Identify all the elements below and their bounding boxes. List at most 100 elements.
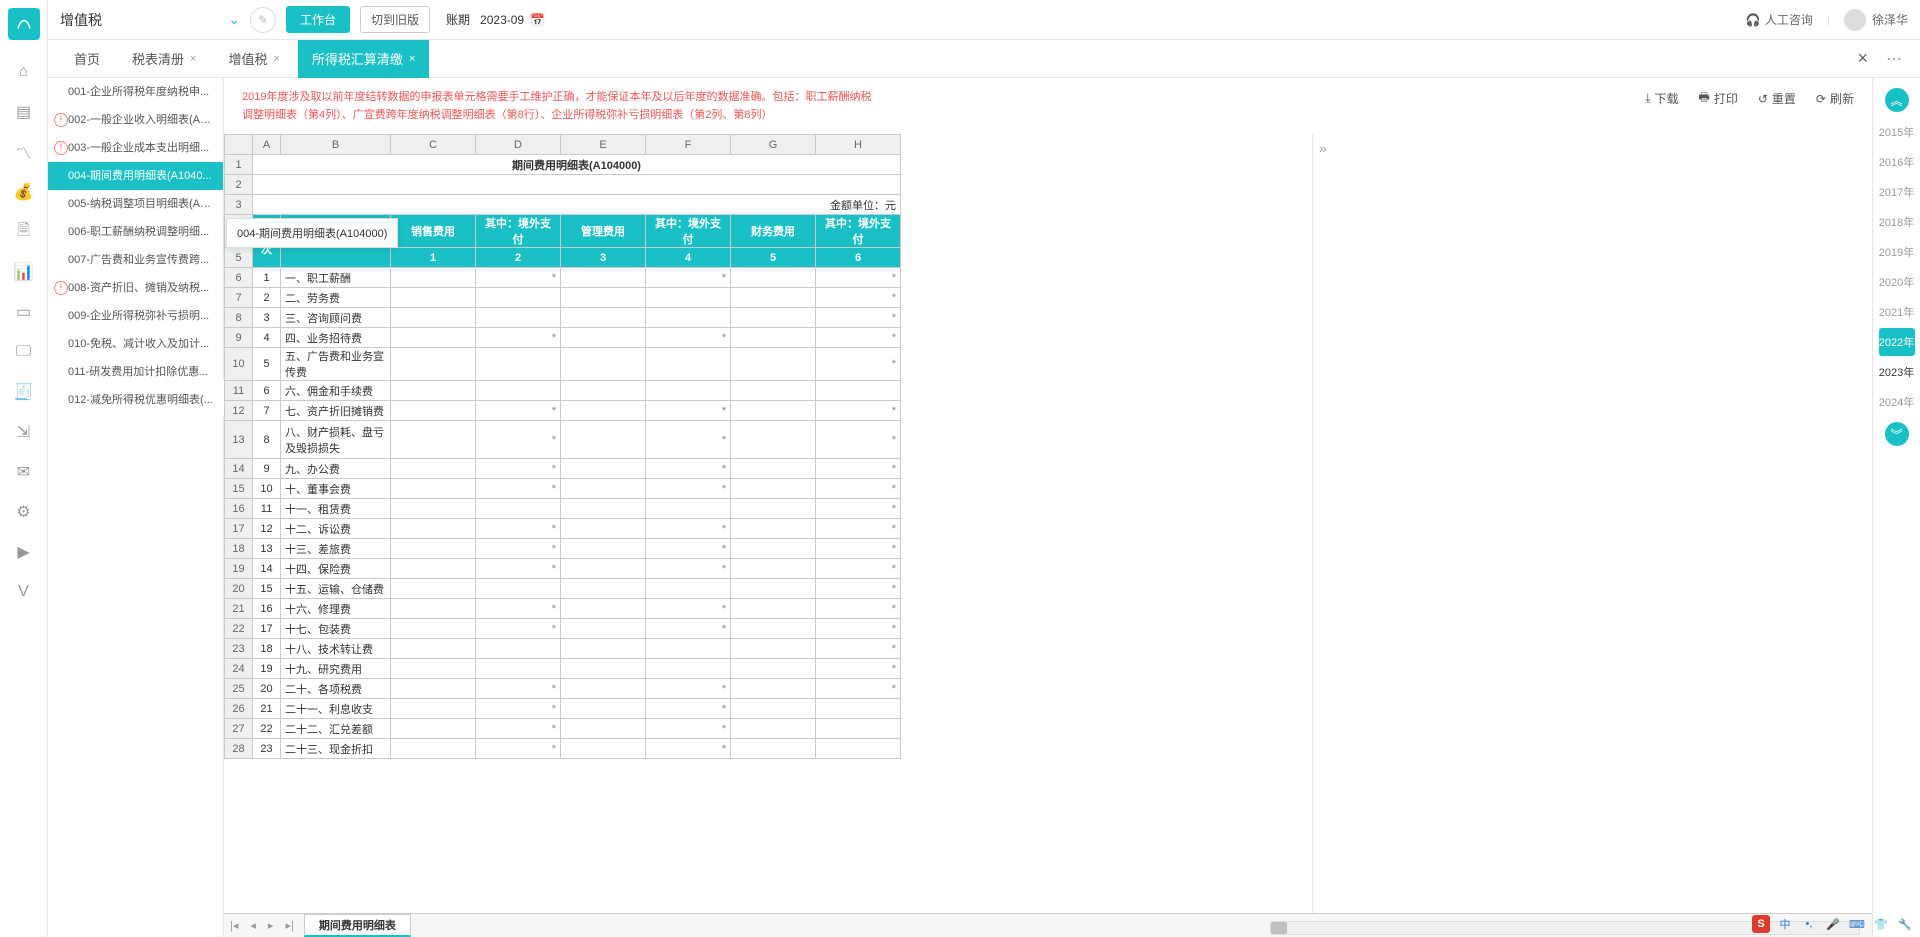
data-cell[interactable] [731,599,816,619]
form-list-item[interactable]: 003-一般企业成本支出明细... [48,134,223,162]
data-cell[interactable] [391,559,476,579]
data-cell[interactable] [476,499,561,519]
data-cell[interactable] [731,639,816,659]
grid-header[interactable]: 其中：境外支付 [476,215,561,248]
data-cell[interactable]: * [476,539,561,559]
data-cell[interactable] [731,348,816,381]
data-cell[interactable]: * [816,268,901,288]
user-menu[interactable]: 徐泽华 [1844,9,1908,31]
nav-inbox-icon[interactable]: ✉ [0,452,48,492]
data-cell[interactable] [391,459,476,479]
grid-subheader[interactable]: 1 [391,248,476,268]
ime-punct-icon[interactable]: •, [1800,915,1818,933]
data-cell[interactable]: * [816,579,901,599]
item-name-cell[interactable]: 一、职工薪酬 [281,268,391,288]
expand-arrow-icon[interactable]: » [1319,140,1327,156]
data-cell[interactable] [561,499,646,519]
year-scroll-down-icon[interactable]: ︾ [1885,422,1909,446]
item-name-cell[interactable]: 五、广告费和业务宣传费 [281,348,391,381]
nav-v-icon[interactable]: V [0,572,48,612]
subtab[interactable]: 增值税× [214,40,293,78]
data-cell[interactable] [476,579,561,599]
item-name-cell[interactable]: 二十、各项税费 [281,679,391,699]
data-cell[interactable]: * [646,739,731,759]
data-cell[interactable] [391,599,476,619]
grid-header[interactable]: 销售费用 [391,215,476,248]
data-cell[interactable] [391,619,476,639]
data-cell[interactable] [731,479,816,499]
data-cell[interactable]: * [816,599,901,619]
item-name-cell[interactable]: 二十一、利息收支 [281,699,391,719]
form-list-item[interactable]: 002-一般企业收入明细表(A1... [48,106,223,134]
close-all-tabs-icon[interactable]: × [1849,48,1876,69]
nav-ledger-icon[interactable]: ▤ [0,92,48,132]
data-cell[interactable] [646,381,731,401]
data-cell[interactable]: * [476,519,561,539]
data-cell[interactable] [391,679,476,699]
nav-chart-icon[interactable]: 〽 [0,132,48,172]
data-cell[interactable] [391,401,476,421]
sheet-title[interactable]: 期间费用明细表(A104000) [253,155,901,175]
grid-subheader[interactable]: 2 [476,248,561,268]
sheet-nav-next-icon[interactable]: ▸ [262,919,280,932]
refresh-button[interactable]: ⟳刷新 [1816,88,1854,109]
form-list-item[interactable]: 004-期间费用明细表(A1040... [48,162,223,190]
data-cell[interactable] [561,579,646,599]
data-cell[interactable] [646,659,731,679]
data-cell[interactable]: * [816,328,901,348]
data-cell[interactable]: * [816,421,901,459]
subtab[interactable]: 税表清册× [118,40,210,78]
year-button[interactable]: 2021年 [1879,298,1915,326]
data-cell[interactable] [391,739,476,759]
data-cell[interactable] [391,268,476,288]
item-name-cell[interactable]: 三、咨询顾问费 [281,308,391,328]
item-name-cell[interactable]: 十三、差旅费 [281,539,391,559]
year-button[interactable]: 2024年 [1879,388,1915,416]
data-cell[interactable]: * [476,479,561,499]
data-cell[interactable]: * [816,479,901,499]
data-cell[interactable] [391,479,476,499]
nav-export-icon[interactable]: ⇲ [0,412,48,452]
download-button[interactable]: ⤓下载 [1645,88,1678,109]
year-scroll-up-icon[interactable]: ︽ [1885,88,1909,112]
data-cell[interactable] [561,288,646,308]
data-cell[interactable]: * [646,268,731,288]
form-list-item[interactable]: 008-资产折旧、摊销及纳税... [48,274,223,302]
data-cell[interactable] [646,348,731,381]
nav-home-icon[interactable]: ⌂ [0,52,48,92]
ime-tool-icon[interactable]: 🔧 [1896,915,1914,933]
item-name-cell[interactable]: 二、劳务费 [281,288,391,308]
year-button[interactable]: 2023年 [1879,358,1915,386]
year-button[interactable]: 2022年 [1879,328,1915,356]
data-cell[interactable] [391,719,476,739]
data-cell[interactable]: * [476,268,561,288]
print-button[interactable]: 🖶打印 [1699,88,1738,109]
data-cell[interactable] [561,519,646,539]
data-cell[interactable]: * [646,479,731,499]
item-name-cell[interactable]: 十五、运输、仓储费 [281,579,391,599]
tabs-more-icon[interactable]: ⋯ [1880,49,1908,69]
data-cell[interactable] [731,308,816,328]
data-cell[interactable] [731,421,816,459]
data-cell[interactable] [561,268,646,288]
grid-subheader[interactable]: 3 [561,248,646,268]
data-cell[interactable] [391,328,476,348]
data-cell[interactable]: * [476,559,561,579]
data-cell[interactable] [391,381,476,401]
form-list-item[interactable]: 006-职工薪酬纳税调整明细... [48,218,223,246]
subtab[interactable]: 所得税汇算清缴× [298,40,429,78]
data-cell[interactable] [646,499,731,519]
item-name-cell[interactable]: 六、佣金和手续费 [281,381,391,401]
data-cell[interactable] [561,459,646,479]
data-cell[interactable] [561,479,646,499]
unit-label[interactable]: 金额单位：元 [253,195,901,215]
data-cell[interactable]: * [476,599,561,619]
data-cell[interactable]: * [646,599,731,619]
form-list-item[interactable]: 012-减免所得税优惠明细表(... [48,386,223,414]
data-cell[interactable] [816,739,901,759]
data-cell[interactable]: * [476,328,561,348]
data-cell[interactable] [646,308,731,328]
workspace-button[interactable]: 工作台 [286,6,350,33]
nav-video-icon[interactable]: ▶ [0,532,48,572]
data-cell[interactable] [731,268,816,288]
